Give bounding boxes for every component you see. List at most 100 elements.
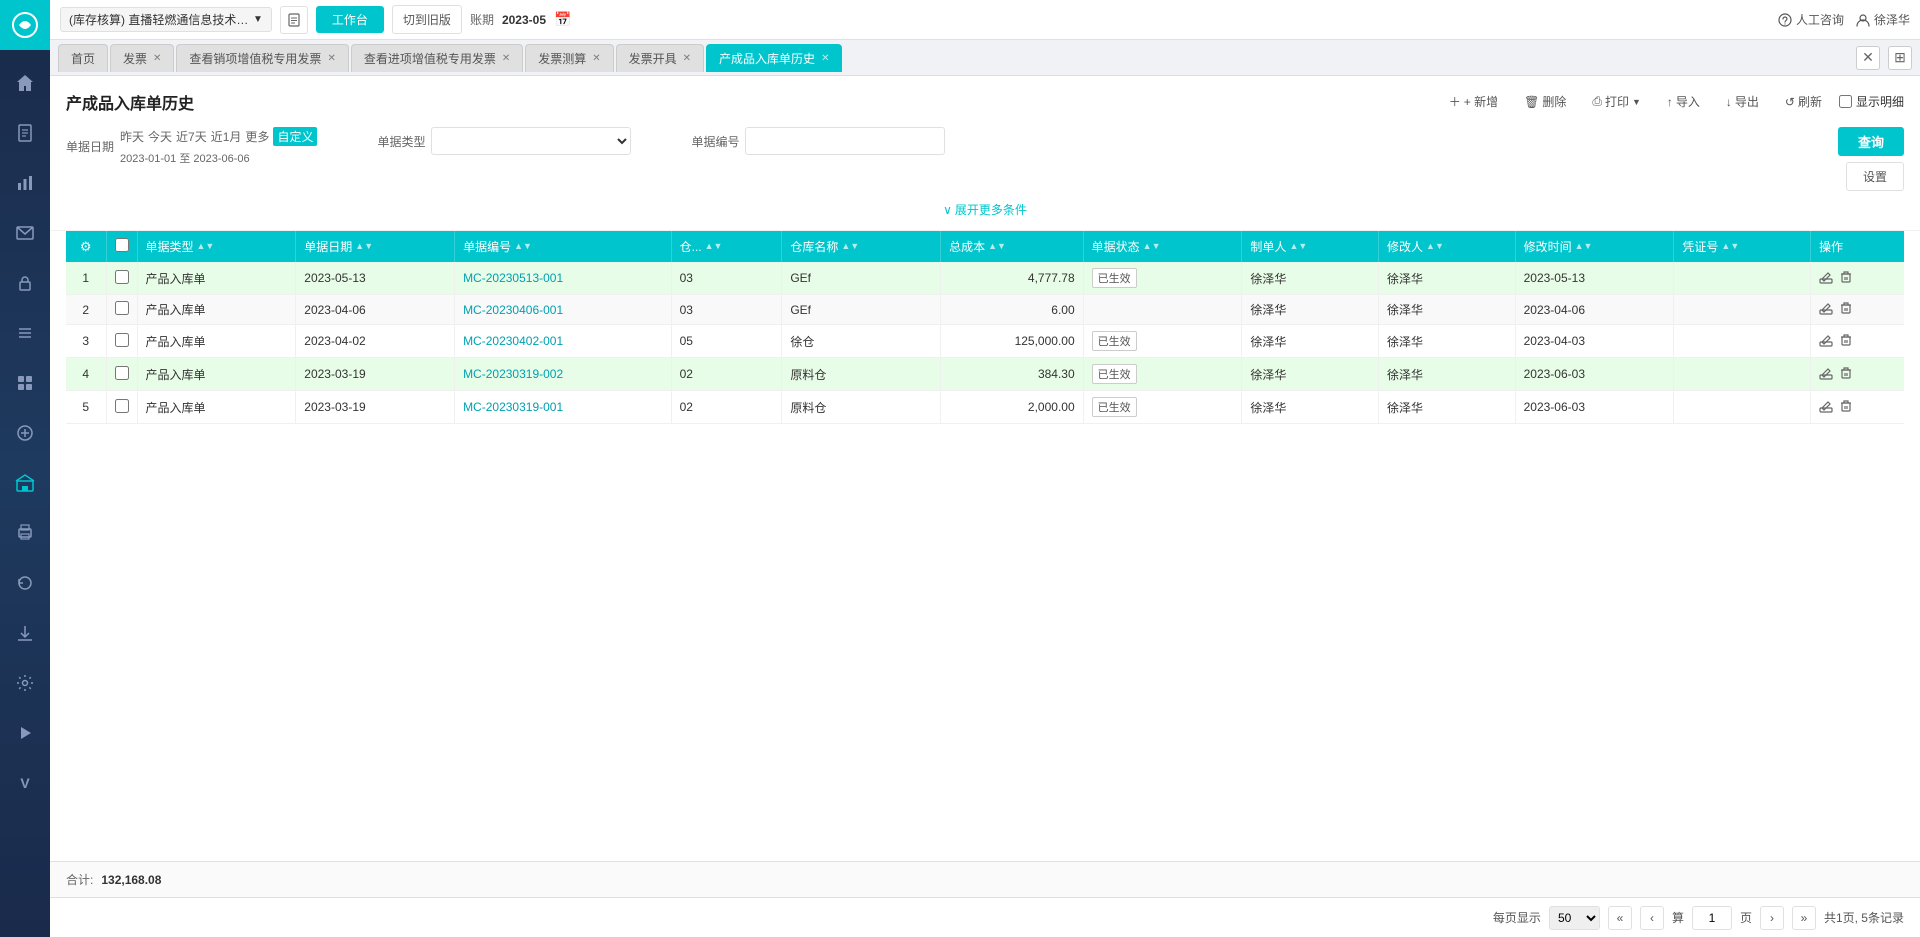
sort-doc-number[interactable]: 单据编号 ▲▼ — [463, 238, 663, 255]
switch-version-button[interactable]: 切到旧版 — [392, 5, 462, 34]
show-detail-checkbox[interactable] — [1839, 95, 1852, 108]
row-edit-icon[interactable] — [1819, 333, 1833, 350]
sort-doc-type[interactable]: 单据类型 ▲▼ — [146, 238, 288, 255]
row-doc-number[interactable]: MC-20230319-001 — [455, 391, 672, 424]
tab-calc[interactable]: 发票测算 ✕ — [525, 44, 613, 72]
search-button[interactable]: 查询 — [1838, 127, 1904, 156]
sort-warehouse-name[interactable]: 仓库名称 ▲▼ — [790, 238, 932, 255]
sidebar-item-play[interactable] — [0, 708, 50, 758]
row-checkbox[interactable] — [115, 333, 129, 347]
tab-check-sales[interactable]: 查看销项增值税专用发票 ✕ — [176, 44, 348, 72]
next-page-button[interactable]: › — [1760, 906, 1784, 930]
row-doc-number[interactable]: MC-20230406-001 — [455, 295, 672, 325]
sort-doc-date[interactable]: 单据日期 ▲▼ — [304, 238, 446, 255]
row-doc-number[interactable]: MC-20230513-001 — [455, 262, 672, 295]
tab-invoice-close[interactable]: ✕ — [153, 53, 161, 64]
sidebar-item-list[interactable] — [0, 308, 50, 358]
sort-modify-time[interactable]: 修改时间 ▲▼ — [1524, 238, 1666, 255]
print-button[interactable]: ⎙ 打印 ▼ — [1583, 88, 1650, 115]
row-delete-icon[interactable] — [1839, 366, 1853, 383]
tab-invoice[interactable]: 发票 ✕ — [110, 44, 174, 72]
select-all-checkbox[interactable] — [115, 238, 129, 252]
doc-icon[interactable] — [280, 6, 308, 34]
per-page-select[interactable]: 50 100 200 — [1549, 906, 1600, 930]
filter-docnumber-input[interactable] — [745, 127, 945, 155]
row-delete-icon[interactable] — [1839, 301, 1853, 318]
sidebar-item-chart[interactable] — [0, 158, 50, 208]
first-page-button[interactable]: « — [1608, 906, 1632, 930]
row-checkbox[interactable] — [115, 366, 129, 380]
row-edit-icon[interactable] — [1819, 301, 1833, 318]
sort-voucher[interactable]: 凭证号 ▲▼ — [1682, 238, 1802, 255]
row-doc-number[interactable]: MC-20230319-002 — [455, 358, 672, 391]
workbench-button[interactable]: 工作台 — [316, 6, 384, 33]
tab-calc-close[interactable]: ✕ — [592, 53, 600, 64]
sidebar-item-print[interactable] — [0, 508, 50, 558]
row-doc-number[interactable]: MC-20230402-001 — [455, 325, 672, 358]
show-detail-label[interactable]: 显示明细 — [1839, 93, 1904, 110]
row-edit-icon[interactable] — [1819, 399, 1833, 416]
sidebar-item-download[interactable] — [0, 608, 50, 658]
row-delete-icon[interactable] — [1839, 270, 1853, 287]
row-delete-icon[interactable] — [1839, 399, 1853, 416]
sort-creator[interactable]: 制单人 ▲▼ — [1250, 238, 1370, 255]
date-link-1month[interactable]: 近1月 — [211, 128, 242, 145]
row-edit-icon[interactable] — [1819, 366, 1833, 383]
export-button[interactable]: ↓ 导出 — [1717, 88, 1768, 115]
sort-doc-status[interactable]: 单据状态 ▲▼ — [1092, 238, 1234, 255]
tab-home[interactable]: 首页 — [58, 44, 108, 72]
last-page-button[interactable]: » — [1792, 906, 1816, 930]
import-button[interactable]: ↑ 导入 — [1658, 88, 1709, 115]
sort-modifier[interactable]: 修改人 ▲▼ — [1387, 238, 1507, 255]
filter-doctype-select[interactable] — [431, 127, 631, 155]
company-selector[interactable]: (库存核算) 直播轻燃通信息技术股份... ▼ — [60, 7, 272, 32]
page-number-input[interactable] — [1692, 906, 1732, 930]
calendar-icon[interactable]: 📅 — [554, 11, 571, 28]
date-link-today[interactable]: 今天 — [148, 128, 172, 145]
date-link-custom[interactable]: 自定义 — [273, 127, 317, 146]
sidebar-item-grid[interactable] — [0, 358, 50, 408]
row-edit-icon[interactable] — [1819, 270, 1833, 287]
sort-warehouse-code[interactable]: 仓... ▲▼ — [680, 238, 774, 255]
sidebar-item-refresh[interactable] — [0, 558, 50, 608]
doc-number-link[interactable]: MC-20230402-001 — [463, 334, 563, 348]
sidebar-item-home[interactable] — [0, 58, 50, 108]
user-avatar[interactable]: 徐泽华 — [1856, 11, 1910, 28]
row-checkbox[interactable] — [115, 270, 129, 284]
sidebar-item-settings[interactable] — [0, 658, 50, 708]
doc-number-link[interactable]: MC-20230319-001 — [463, 400, 563, 414]
delete-button[interactable]: 🗑 删除 — [1515, 88, 1575, 115]
date-link-yesterday[interactable]: 昨天 — [120, 128, 144, 145]
row-delete-icon[interactable] — [1839, 333, 1853, 350]
doc-number-link[interactable]: MC-20230406-001 — [463, 303, 563, 317]
new-button[interactable]: ＋ + 新增 — [1440, 88, 1507, 115]
sidebar-item-lock[interactable] — [0, 258, 50, 308]
date-link-more[interactable]: 更多 — [245, 128, 269, 145]
doc-number-link[interactable]: MC-20230319-002 — [463, 367, 563, 381]
sidebar-item-warehouse[interactable] — [0, 458, 50, 508]
row-checkbox[interactable] — [115, 399, 129, 413]
app-logo[interactable] — [0, 0, 50, 50]
sort-total-cost[interactable]: 总成本 ▲▼ — [949, 238, 1075, 255]
tab-minimize-button[interactable]: ✕ — [1856, 46, 1880, 70]
date-link-7days[interactable]: 近7天 — [176, 128, 207, 145]
sidebar-item-tag[interactable] — [0, 408, 50, 458]
expand-conditions-button[interactable]: ∨ 展开更多条件 — [943, 201, 1027, 218]
doc-number-link[interactable]: MC-20230513-001 — [463, 271, 563, 285]
prev-page-button[interactable]: ‹ — [1640, 906, 1664, 930]
tab-open-invoice[interactable]: 发票开具 ✕ — [616, 44, 704, 72]
tab-check-sales-close[interactable]: ✕ — [327, 53, 335, 64]
tab-maximize-button[interactable]: ⊞ — [1888, 46, 1912, 70]
tab-product-history[interactable]: 产成品入库单历史 ✕ — [706, 44, 842, 72]
tab-check-purchase[interactable]: 查看进项增值税专用发票 ✕ — [351, 44, 523, 72]
sidebar-item-version[interactable]: V — [0, 758, 50, 808]
tab-check-purchase-close[interactable]: ✕ — [502, 53, 510, 64]
settings-cog-icon[interactable]: ⚙ — [80, 239, 92, 254]
refresh-button[interactable]: ↺ 刷新 — [1776, 88, 1831, 115]
set-button[interactable]: 设置 — [1846, 162, 1904, 191]
sidebar-item-message[interactable] — [0, 208, 50, 258]
tab-product-history-close[interactable]: ✕ — [821, 53, 829, 64]
user-service[interactable]: 人工咨询 — [1778, 11, 1844, 28]
row-checkbox[interactable] — [115, 301, 129, 315]
tab-open-invoice-close[interactable]: ✕ — [683, 53, 691, 64]
